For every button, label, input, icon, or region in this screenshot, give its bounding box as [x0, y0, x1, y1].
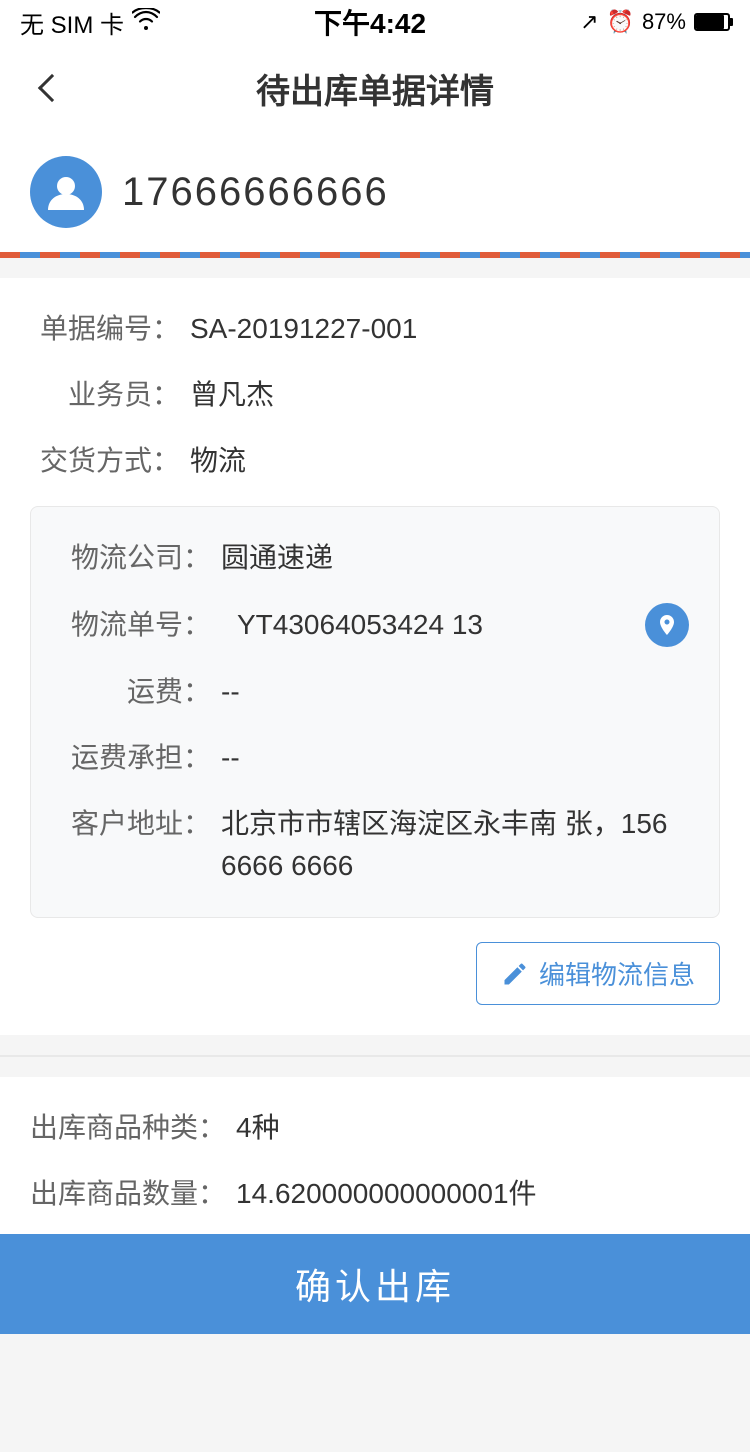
battery-text: 87% — [642, 9, 686, 35]
edit-icon — [501, 960, 529, 988]
nav-bar: 待出库单据详情 — [0, 44, 750, 132]
freight-bearer-value: -- — [211, 737, 689, 779]
edit-logistics-label: 编辑物流信息 — [539, 955, 695, 992]
goods-quantity-label: 出库商品数量： — [30, 1173, 226, 1215]
map-pin-icon — [655, 613, 679, 637]
salesman-label: 业务员： — [30, 374, 180, 416]
customer-header: 17666666666 — [0, 132, 750, 252]
order-no-label: 单据编号： — [30, 308, 180, 350]
freight-bearer-label: 运费承担： — [61, 737, 211, 779]
back-button[interactable] — [30, 66, 74, 110]
delivery-label: 交货方式： — [30, 440, 180, 482]
status-bar: 无 SIM 卡 下午4:42 ↗ ⏰ 87% — [0, 0, 750, 44]
user-icon — [44, 170, 88, 214]
goods-category-label: 出库商品种类： — [30, 1107, 226, 1149]
delivery-row: 交货方式： 物流 — [30, 440, 720, 482]
alarm-icon: ⏰ — [607, 9, 634, 35]
status-left: 无 SIM 卡 — [20, 5, 160, 40]
goods-category-row: 出库商品种类： 4种 — [30, 1107, 720, 1149]
freight-value: -- — [211, 671, 689, 713]
back-chevron-icon — [38, 74, 66, 102]
logistics-card: 物流公司： 圆通速递 物流单号： YT43064053424 13 运费： --… — [30, 506, 720, 918]
goods-category-value: 4种 — [226, 1107, 720, 1149]
logistics-company-label: 物流公司： — [61, 537, 211, 579]
location-pin-button[interactable] — [645, 603, 689, 647]
order-info-section: 单据编号： SA-20191227-001 业务员： 曾凡杰 交货方式： 物流 … — [0, 278, 750, 1035]
address-row: 客户地址： 北京市市辖区海淀区永丰南 张，156 6666 6666 — [61, 803, 689, 887]
goods-quantity-value: 14.620000000000001件 — [226, 1173, 720, 1215]
tracking-row: 物流单号： YT43064053424 13 — [61, 603, 689, 647]
confirm-button[interactable]: 确认出库 — [0, 1234, 750, 1334]
status-right: ↗ ⏰ 87% — [580, 9, 730, 35]
page-title: 待出库单据详情 — [256, 64, 494, 113]
freight-bearer-row: 运费承担： -- — [61, 737, 689, 779]
battery-icon — [694, 13, 730, 31]
tracking-value: YT43064053424 13 — [227, 604, 629, 646]
logistics-company-row: 物流公司： 圆通速递 — [61, 537, 689, 579]
edit-btn-row: 编辑物流信息 — [30, 942, 720, 1005]
separator — [0, 1055, 750, 1057]
dashed-divider — [0, 252, 750, 258]
address-label: 客户地址： — [61, 803, 211, 845]
goods-quantity-row: 出库商品数量： 14.620000000000001件 — [30, 1173, 720, 1215]
order-no-row: 单据编号： SA-20191227-001 — [30, 308, 720, 350]
freight-row: 运费： -- — [61, 671, 689, 713]
delivery-value: 物流 — [180, 440, 720, 482]
wifi-icon — [132, 8, 160, 37]
order-no-value: SA-20191227-001 — [180, 308, 720, 350]
address-value: 北京市市辖区海淀区永丰南 张，156 6666 6666 — [211, 803, 689, 887]
location-icon: ↗ — [580, 9, 598, 35]
confirm-btn-label: 确认出库 — [295, 1258, 455, 1310]
logistics-company-value: 圆通速递 — [211, 537, 689, 579]
freight-label: 运费： — [61, 671, 211, 713]
avatar — [30, 156, 102, 228]
tracking-label: 物流单号： — [61, 604, 211, 646]
edit-logistics-button[interactable]: 编辑物流信息 — [476, 942, 720, 1005]
customer-phone: 17666666666 — [122, 170, 389, 215]
salesman-row: 业务员： 曾凡杰 — [30, 374, 720, 416]
salesman-value: 曾凡杰 — [180, 374, 720, 416]
carrier-text: 无 SIM 卡 — [20, 5, 124, 40]
status-time: 下午4:42 — [314, 2, 426, 42]
